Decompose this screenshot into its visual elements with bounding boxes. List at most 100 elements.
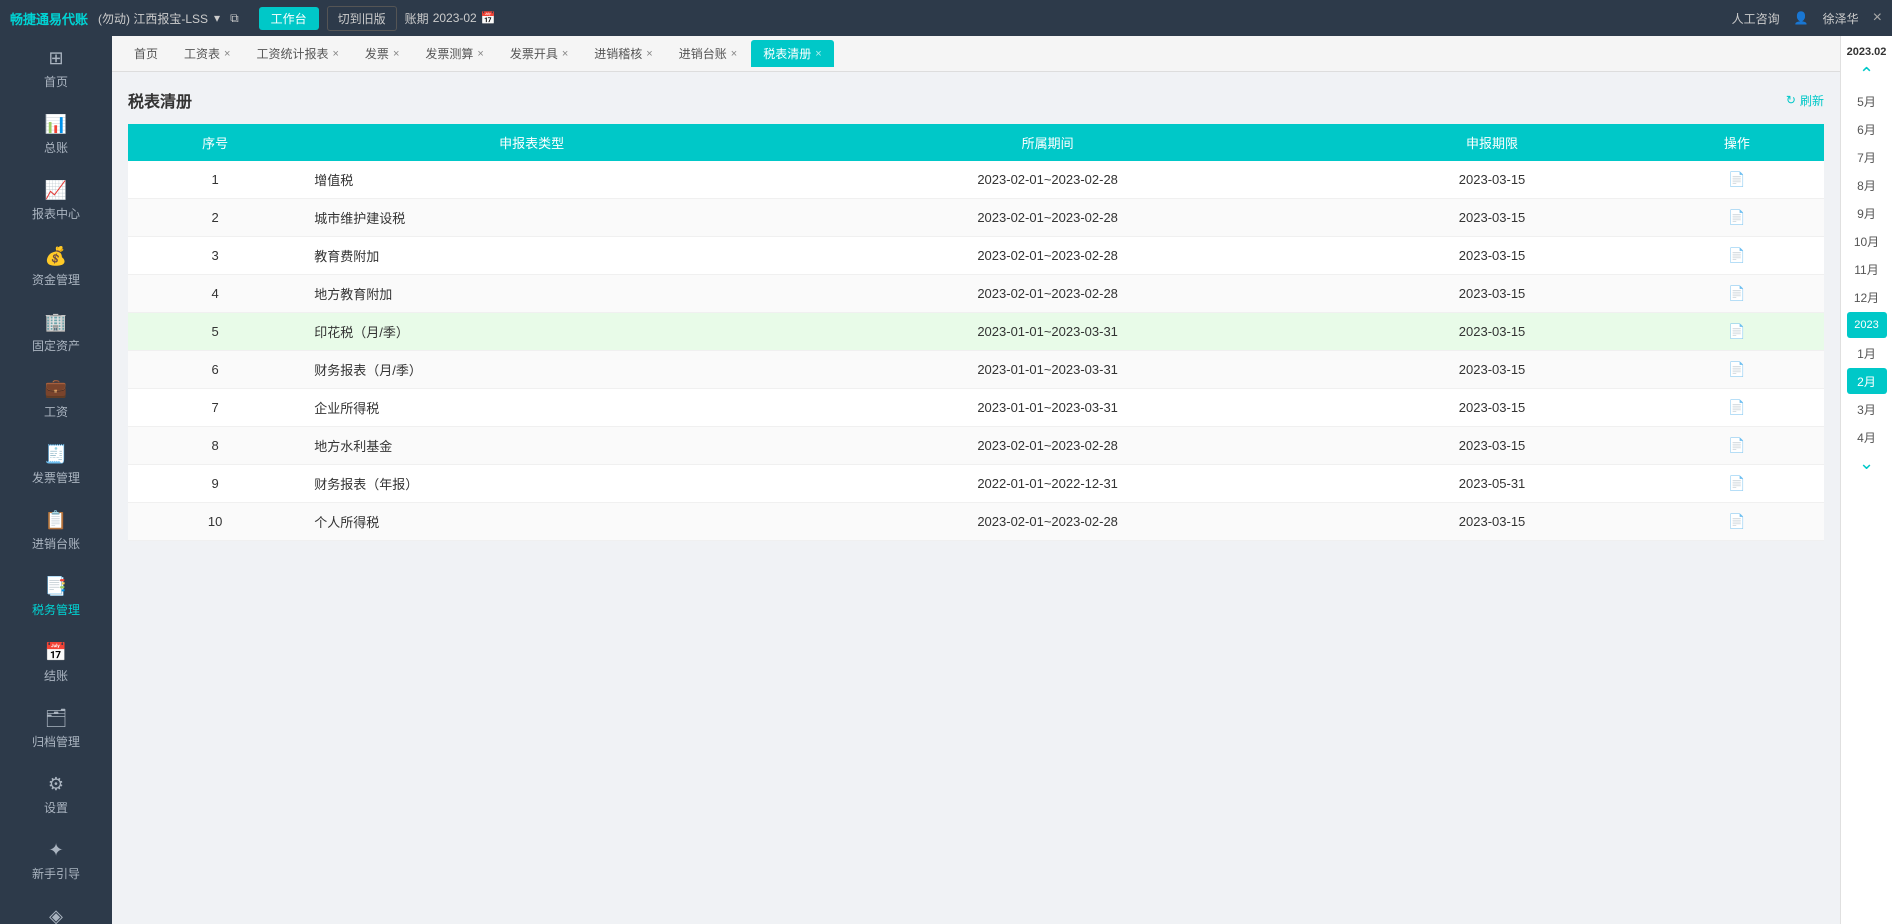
sidebar-item-member[interactable]: ◈ 畅会员	[0, 894, 112, 924]
tab-invoice-open-close[interactable]: ×	[562, 48, 568, 60]
tab-in-check-label: 进销稽核	[594, 45, 642, 62]
action-doc-icon[interactable]: 📄	[1728, 247, 1745, 263]
user-avatar: 👤	[1794, 11, 1809, 25]
cell-period: 2023-01-01~2023-03-31	[761, 389, 1334, 427]
sidebar-item-invoice[interactable]: 🧾 发票管理	[0, 432, 112, 498]
action-doc-icon[interactable]: 📄	[1728, 285, 1745, 301]
month-item-feb[interactable]: 2月	[1847, 368, 1887, 394]
fund-icon: 💰	[45, 246, 67, 267]
scroll-up-button[interactable]: ⌃	[1859, 64, 1874, 85]
sidebar-item-tax[interactable]: 📑 税务管理	[0, 564, 112, 630]
cell-period: 2022-01-01~2022-12-31	[761, 465, 1334, 503]
cell-deadline: 2023-03-15	[1334, 237, 1649, 275]
action-doc-icon[interactable]: 📄	[1728, 399, 1745, 415]
action-doc-icon[interactable]: 📄	[1728, 209, 1745, 225]
month-item-jan[interactable]: 1月	[1847, 340, 1887, 366]
cell-deadline: 2023-03-15	[1334, 199, 1649, 237]
tab-salary-report[interactable]: 工资统计报表 ×	[244, 40, 350, 67]
cell-no: 8	[128, 427, 302, 465]
sidebar: ⊞ 首页 📊 总账 📈 报表中心 💰 资金管理 🏢 固定资产 💼 工资 🧾 发票…	[0, 36, 112, 924]
sidebar-item-report[interactable]: 📈 报表中心	[0, 168, 112, 234]
tab-invoice-open[interactable]: 发票开具 ×	[498, 40, 580, 67]
month-item-apr[interactable]: 4月	[1847, 424, 1887, 450]
tab-invoice-calc[interactable]: 发票测算 ×	[413, 40, 495, 67]
col-deadline: 申报期限	[1334, 124, 1649, 161]
report-icon: 📈	[45, 180, 67, 201]
tab-invoice-calc-close[interactable]: ×	[477, 48, 483, 60]
tab-invoice[interactable]: 发票 ×	[353, 40, 411, 67]
scroll-down-button[interactable]: ⌄	[1859, 453, 1874, 474]
company-dropdown-icon[interactable]: ▾	[214, 11, 220, 25]
company-selector[interactable]: (勿动) 江西报宝-LSS ▾ ⧉	[98, 10, 239, 27]
action-doc-icon[interactable]: 📄	[1728, 171, 1745, 187]
main-layout: ⊞ 首页 📊 总账 📈 报表中心 💰 资金管理 🏢 固定资产 💼 工资 🧾 发票…	[0, 36, 1892, 924]
cell-action: 📄	[1650, 199, 1824, 237]
tab-tax-list[interactable]: 税表清册 ×	[751, 40, 833, 67]
sidebar-item-settings[interactable]: ⚙ 设置	[0, 762, 112, 828]
cell-no: 6	[128, 351, 302, 389]
tab-salary-report-close[interactable]: ×	[332, 48, 338, 60]
topbar: 畅捷通易代账 (勿动) 江西报宝-LSS ▾ ⧉ 工作台 切到旧版 账期 202…	[0, 0, 1892, 36]
history-button[interactable]: 切到旧版	[327, 6, 397, 31]
close-period-icon: 📅	[45, 642, 67, 663]
tab-salary-table-label: 工资表	[184, 45, 220, 62]
month-item-dec[interactable]: 12月	[1847, 284, 1887, 310]
tab-in-check[interactable]: 进销稽核 ×	[582, 40, 664, 67]
tab-in-ledger[interactable]: 进销台账 ×	[667, 40, 749, 67]
tab-tax-list-close[interactable]: ×	[815, 48, 821, 60]
sidebar-item-fund[interactable]: 💰 资金管理	[0, 234, 112, 300]
tab-in-check-close[interactable]: ×	[646, 48, 652, 60]
page-content: 税表清册 ↻ 刷新 序号 申报表类型 所属期间 申报期限 操作	[112, 72, 1840, 924]
tab-in-ledger-label: 进销台账	[679, 45, 727, 62]
tab-salary-report-label: 工资统计报表	[256, 45, 328, 62]
table-row: 2 城市维护建设税 2023-02-01~2023-02-28 2023-03-…	[128, 199, 1824, 237]
refresh-button[interactable]: ↻ 刷新	[1786, 92, 1824, 109]
cell-action: 📄	[1650, 389, 1824, 427]
action-doc-icon[interactable]: 📄	[1728, 437, 1745, 453]
action-doc-icon[interactable]: 📄	[1728, 361, 1745, 377]
sidebar-item-inout[interactable]: 📋 进销台账	[0, 498, 112, 564]
sidebar-item-ledger[interactable]: 📊 总账	[0, 102, 112, 168]
cell-type: 地方教育附加	[302, 275, 761, 313]
sidebar-label-close: 结账	[44, 667, 68, 684]
year-2023-tag[interactable]: 2023	[1847, 312, 1887, 338]
topbar-close-button[interactable]: ×	[1873, 9, 1882, 27]
tab-salary-table[interactable]: 工资表 ×	[172, 40, 242, 67]
sidebar-item-asset[interactable]: 🏢 固定资产	[0, 300, 112, 366]
tax-table: 序号 申报表类型 所属期间 申报期限 操作 1 增值税 2023-02-01~2…	[128, 124, 1824, 541]
month-item-sep[interactable]: 9月	[1847, 200, 1887, 226]
table-row: 3 教育费附加 2023-02-01~2023-02-28 2023-03-15…	[128, 237, 1824, 275]
sidebar-item-guide[interactable]: ✦ 新手引导	[0, 828, 112, 894]
month-item-aug[interactable]: 8月	[1847, 172, 1887, 198]
sidebar-item-close[interactable]: 📅 结账	[0, 630, 112, 696]
sidebar-item-home[interactable]: ⊞ 首页	[0, 36, 112, 102]
month-item-jul[interactable]: 7月	[1847, 144, 1887, 170]
month-item-nov[interactable]: 11月	[1847, 256, 1887, 282]
month-item-oct[interactable]: 10月	[1847, 228, 1887, 254]
month-item-mar[interactable]: 3月	[1847, 396, 1887, 422]
content-area: 首页 工资表 × 工资统计报表 × 发票 × 发票测算 × 发票开具 ×	[112, 36, 1840, 924]
tab-home[interactable]: 首页	[122, 40, 170, 67]
calendar-icon[interactable]: 📅	[481, 11, 496, 25]
action-doc-icon[interactable]: 📄	[1728, 475, 1745, 491]
copy-icon[interactable]: ⧉	[230, 11, 239, 26]
page-title: 税表清册	[128, 88, 192, 112]
cell-no: 5	[128, 313, 302, 351]
topbar-center: 工作台 切到旧版 账期 2023-02 📅	[259, 6, 496, 31]
settings-icon: ⚙	[48, 774, 64, 795]
sidebar-label-report: 报表中心	[32, 205, 80, 222]
action-doc-icon[interactable]: 📄	[1728, 323, 1745, 339]
workspace-button[interactable]: 工作台	[259, 7, 319, 30]
action-doc-icon[interactable]: 📄	[1728, 513, 1745, 529]
month-item-may[interactable]: 5月	[1847, 88, 1887, 114]
tab-invoice-close[interactable]: ×	[393, 48, 399, 60]
ai-consult-button[interactable]: 人工咨询	[1732, 10, 1780, 27]
table-row: 8 地方水利基金 2023-02-01~2023-02-28 2023-03-1…	[128, 427, 1824, 465]
tab-salary-table-close[interactable]: ×	[224, 48, 230, 60]
tab-in-ledger-close[interactable]: ×	[731, 48, 737, 60]
tab-invoice-label: 发票	[365, 45, 389, 62]
sidebar-item-archive[interactable]: 🗂 归档管理	[0, 696, 112, 762]
sidebar-item-salary[interactable]: 💼 工资	[0, 366, 112, 432]
month-item-jun[interactable]: 6月	[1847, 116, 1887, 142]
cell-type: 教育费附加	[302, 237, 761, 275]
